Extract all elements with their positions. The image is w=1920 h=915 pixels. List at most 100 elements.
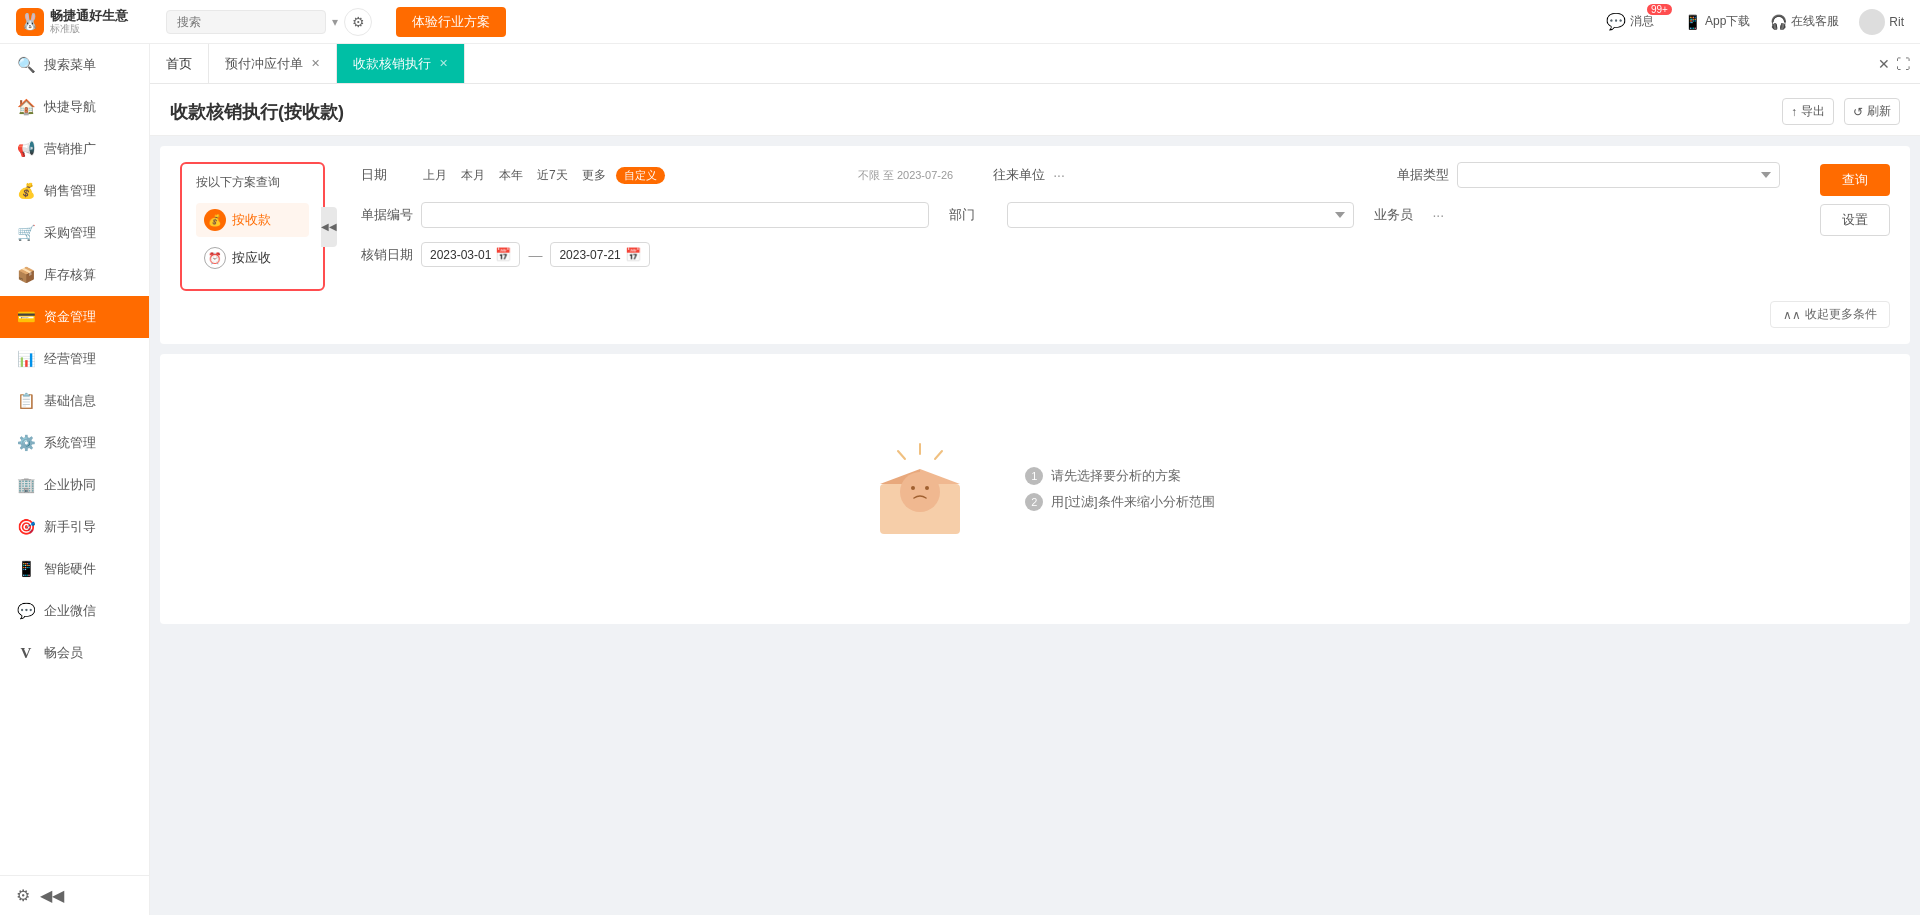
filter-row-1: 日期 上月 本月 本年 近7天 更多 自定义 [361, 162, 1780, 188]
counterparty-field: 往来单位 ··· [993, 166, 1376, 184]
filter-by-receipt[interactable]: 💰 按收款 [196, 203, 309, 237]
content-area: 首页 预付冲应付单 ✕ 收款核销执行 ✕ ✕ ⛶ 收款核销执行(按收款) [150, 44, 1920, 915]
sidebar-item-label: 采购管理 [44, 224, 96, 242]
collapse-left-panel-btn[interactable]: ◀◀ [321, 207, 337, 247]
calendar-icon: 📅 [495, 247, 511, 262]
page-header: 收款核销执行(按收款) ↑ 导出 ↺ 刷新 [150, 84, 1920, 136]
date-last-month[interactable]: 上月 [419, 165, 451, 186]
msg-btn[interactable]: 💬 消息 99+ [1606, 12, 1664, 31]
sidebar-item-business[interactable]: 📊 经营管理 [0, 338, 149, 380]
date-more[interactable]: 更多 [578, 165, 610, 186]
sidebar-item-system[interactable]: ⚙️ 系统管理 [0, 422, 149, 464]
filter-panel-inner: 按以下方案查询 💰 按收款 ⏰ 按应收 ◀◀ [180, 162, 1890, 291]
sidebar-item-member[interactable]: V 畅会员 [0, 632, 149, 674]
collapse-sidebar-btn[interactable]: ◀◀ [40, 886, 64, 905]
tab-close-all-btn[interactable]: ✕ [1878, 56, 1890, 72]
date-range-separator: — [528, 247, 542, 263]
sidebar-item-guide[interactable]: 🎯 新手引导 [0, 506, 149, 548]
export-icon: ↑ [1791, 105, 1797, 119]
sidebar-item-finance[interactable]: 💳 资金管理 [0, 296, 149, 338]
voucher-no-input[interactable] [421, 202, 929, 228]
verify-date-label: 核销日期 [361, 246, 413, 264]
sidebar-item-sales[interactable]: 💰 销售管理 [0, 170, 149, 212]
sidebar-item-label: 系统管理 [44, 434, 96, 452]
msg-badge: 99+ [1647, 4, 1672, 15]
date-this-month[interactable]: 本月 [457, 165, 489, 186]
counterparty-label: 往来单位 [993, 166, 1045, 184]
tab-expand-btn[interactable]: ⛶ [1896, 56, 1910, 72]
calendar-icon-end: 📅 [625, 247, 641, 262]
filter-by-receivable[interactable]: ⏰ 按应收 [196, 241, 309, 275]
gear-button[interactable]: ⚙ [344, 8, 372, 36]
logo-text: 畅捷通好生意 标准版 [50, 8, 128, 36]
search-input[interactable] [166, 10, 326, 34]
tab-receivable[interactable]: 收款核销执行 ✕ [337, 44, 465, 83]
svg-point-3 [900, 472, 940, 512]
user-name: Rit [1889, 15, 1904, 29]
search-icon: 🔍 [16, 56, 36, 74]
sidebar-item-label: 新手引导 [44, 518, 96, 536]
chart-icon: 📊 [16, 350, 36, 368]
query-btn[interactable]: 查询 [1820, 164, 1890, 196]
sidebar-item-label: 企业协同 [44, 476, 96, 494]
date-this-year[interactable]: 本年 [495, 165, 527, 186]
tip-num-2: 2 [1025, 493, 1043, 511]
collapse-more-btn[interactable]: ∧∧ 收起更多条件 [1770, 301, 1890, 328]
top-header: 🐰 畅捷通好生意 标准版 ▾ ⚙ 体验行业方案 💬 消息 99+ 📱 App下载… [0, 0, 1920, 44]
industry-btn[interactable]: 体验行业方案 [396, 7, 506, 37]
sidebar-item-enterprise[interactable]: 🏢 企业协同 [0, 464, 149, 506]
filter-right: 日期 上月 本月 本年 近7天 更多 自定义 [325, 162, 1890, 291]
settings-icon[interactable]: ⚙ [16, 886, 30, 905]
receivable-icon: ⏰ [204, 247, 226, 269]
filter-by-receivable-label: 按应收 [232, 249, 271, 267]
guide-icon: 🎯 [16, 518, 36, 536]
tab-home[interactable]: 首页 [150, 44, 209, 83]
sidebar-item-wechat[interactable]: 💬 企业微信 [0, 590, 149, 632]
sidebar-bottom: ⚙ ◀◀ [0, 875, 149, 915]
tab-home-label: 首页 [166, 55, 192, 73]
online-service-btn[interactable]: 🎧 在线客服 [1770, 13, 1839, 30]
export-btn[interactable]: ↑ 导出 [1782, 98, 1834, 125]
app-download-btn[interactable]: 📱 App下载 [1684, 13, 1750, 30]
voucher-type-field: 单据类型 [1397, 162, 1780, 188]
sidebar-item-basic[interactable]: 📋 基础信息 [0, 380, 149, 422]
date-7days[interactable]: 近7天 [533, 165, 572, 186]
voucher-type-select[interactable] [1457, 162, 1780, 188]
logo-area: 🐰 畅捷通好生意 标准版 [16, 8, 156, 36]
filter-form: 日期 上月 本月 本年 近7天 更多 自定义 [361, 162, 1780, 291]
verify-date-end[interactable]: 2023-07-21 📅 [550, 242, 649, 267]
voucher-type-label: 单据类型 [1397, 166, 1449, 184]
enterprise-icon: 🏢 [16, 476, 36, 494]
verify-date-start[interactable]: 2023-03-01 📅 [421, 242, 520, 267]
tip-num-1: 1 [1025, 467, 1043, 485]
tab-prepay-close[interactable]: ✕ [311, 57, 320, 70]
staff-label: 业务员 [1374, 206, 1424, 224]
staff-input[interactable]: ··· [1432, 207, 1444, 223]
empty-tip-1-text: 请先选择要分析的方案 [1051, 467, 1181, 485]
sidebar-item-label: 畅会员 [44, 644, 83, 662]
sidebar-item-label: 搜索菜单 [44, 56, 96, 74]
header-right: 💬 消息 99+ 📱 App下载 🎧 在线客服 Rit [1606, 9, 1904, 35]
sidebar-item-quick-nav[interactable]: 🏠 快捷导航 [0, 86, 149, 128]
counterparty-input[interactable]: ··· [1053, 167, 1065, 183]
filter-settings-btn[interactable]: 设置 [1820, 204, 1890, 236]
tab-receivable-close[interactable]: ✕ [439, 57, 448, 70]
tab-prepay[interactable]: 预付冲应付单 ✕ [209, 44, 337, 83]
sidebar-item-inventory[interactable]: 📦 库存核算 [0, 254, 149, 296]
date-custom-badge[interactable]: 自定义 [616, 167, 665, 184]
sidebar-item-marketing[interactable]: 📢 营销推广 [0, 128, 149, 170]
verify-date-start-value: 2023-03-01 [430, 248, 491, 262]
export-label: 导出 [1801, 103, 1825, 120]
sidebar-item-search-menu[interactable]: 🔍 搜索菜单 [0, 44, 149, 86]
svg-point-4 [911, 486, 915, 490]
sidebar: 🔍 搜索菜单 🏠 快捷导航 📢 营销推广 💰 销售管理 🛒 采购管理 📦 库存核… [0, 44, 150, 915]
page-actions: ↑ 导出 ↺ 刷新 [1782, 98, 1900, 125]
dept-select[interactable] [1007, 202, 1355, 228]
user-area[interactable]: Rit [1859, 9, 1904, 35]
sidebar-item-hardware[interactable]: 📱 智能硬件 [0, 548, 149, 590]
empty-tip-2: 2 用[过滤]条件来缩小分析范围 [1025, 493, 1214, 511]
empty-tip-2-text: 用[过滤]条件来缩小分析范围 [1051, 493, 1214, 511]
chevron-down-icon[interactable]: ▾ [332, 15, 338, 29]
sidebar-item-purchase[interactable]: 🛒 采购管理 [0, 212, 149, 254]
refresh-btn[interactable]: ↺ 刷新 [1844, 98, 1900, 125]
